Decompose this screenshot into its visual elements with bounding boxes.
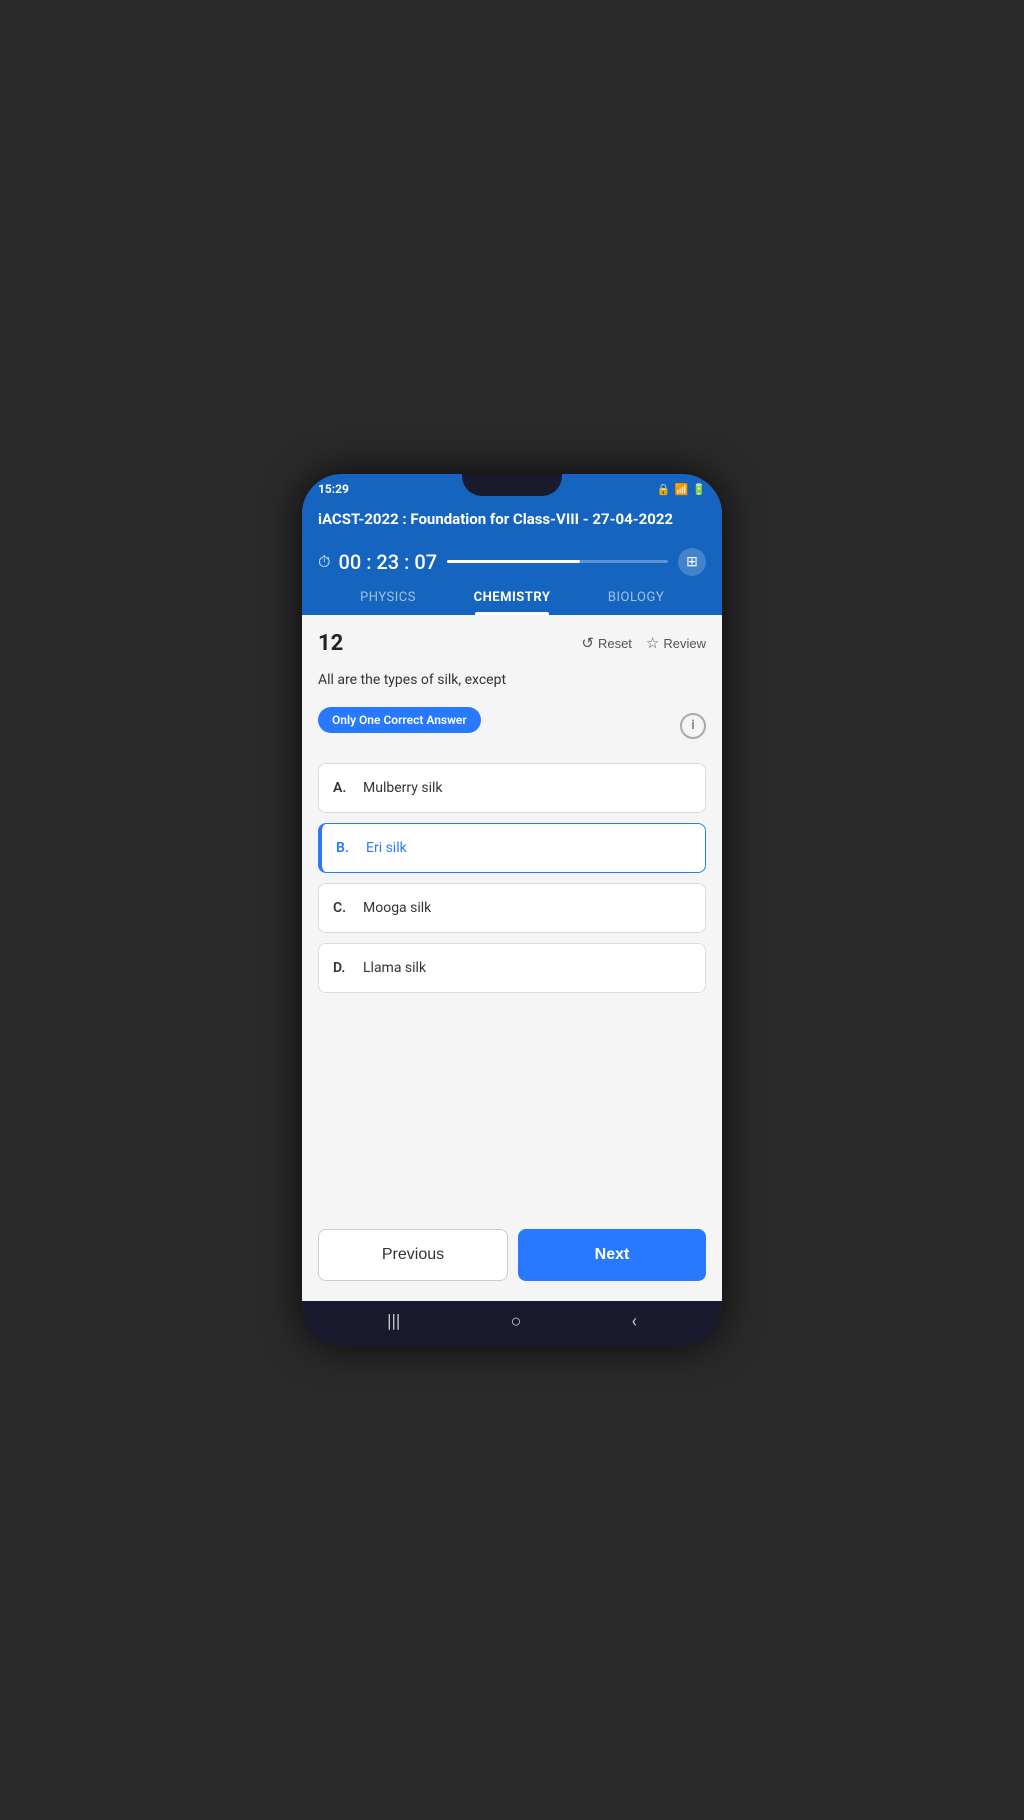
option-b-label: B. <box>336 840 356 856</box>
question-actions: ↺ Reset ☆ Review <box>581 634 706 652</box>
phone-frame: 15:29 🔒 📶 🔋 iACST-2022 : Foundation for … <box>302 474 722 1346</box>
notch <box>462 474 562 496</box>
wifi-icon: 📶 <box>675 483 689 496</box>
option-d[interactable]: D. Llama silk <box>318 943 706 993</box>
signal-icon: 🔒 <box>657 483 671 496</box>
home-nav-button[interactable]: ○ <box>510 1311 521 1332</box>
recent-nav-button[interactable]: ‹ <box>631 1311 636 1332</box>
tab-chemistry[interactable]: CHEMISTRY <box>450 580 574 615</box>
reset-label: Reset <box>598 636 632 651</box>
badge-info-row: Only One Correct Answer i <box>318 707 706 743</box>
timer-icon: ⏱ <box>318 552 330 572</box>
status-time: 15:29 <box>318 482 349 496</box>
question-number: 12 <box>318 631 343 656</box>
option-d-text: Llama silk <box>363 960 426 976</box>
option-a-text: Mulberry silk <box>363 780 442 796</box>
app-header: iACST-2022 : Foundation for Class-VIII -… <box>302 500 722 615</box>
phone-nav-bar: ||| ○ ‹ <box>302 1301 722 1346</box>
option-c-label: C. <box>333 900 353 916</box>
reset-button[interactable]: ↺ Reset <box>581 634 632 652</box>
options-list: A. Mulberry silk B. Eri silk C. Mooga si… <box>318 763 706 993</box>
previous-button[interactable]: Previous <box>318 1229 508 1281</box>
option-d-label: D. <box>333 960 353 976</box>
question-content: 12 ↺ Reset ☆ Review All are the types of… <box>302 615 722 1215</box>
question-header: 12 ↺ Reset ☆ Review <box>318 631 706 656</box>
timer-display: ⏱ 00 : 23 : 07 <box>318 550 437 574</box>
question-text: All are the types of silk, except <box>318 670 706 691</box>
star-icon: ☆ <box>646 634 659 652</box>
option-a[interactable]: A. Mulberry silk <box>318 763 706 813</box>
back-nav-button[interactable]: ||| <box>387 1311 400 1332</box>
review-label: Review <box>663 636 706 651</box>
battery-icon: 🔋 <box>692 483 706 496</box>
info-icon[interactable]: i <box>680 713 706 739</box>
option-c[interactable]: C. Mooga silk <box>318 883 706 933</box>
review-button[interactable]: ☆ Review <box>646 634 706 652</box>
reset-icon: ↺ <box>581 634 594 652</box>
timer-row: ⏱ 00 : 23 : 07 ⊞ <box>318 540 706 580</box>
timer-progress-fill <box>447 560 580 563</box>
exam-title: iACST-2022 : Foundation for Class-VIII -… <box>318 510 706 540</box>
tab-physics[interactable]: PHYSICS <box>326 580 450 615</box>
timer-value: 00 : 23 : 07 <box>338 550 437 574</box>
next-button[interactable]: Next <box>518 1229 706 1281</box>
timer-progress-bar <box>447 560 668 563</box>
option-c-text: Mooga silk <box>363 900 431 916</box>
answer-type-badge: Only One Correct Answer <box>318 707 481 733</box>
grid-icon[interactable]: ⊞ <box>678 548 706 576</box>
bottom-nav: Previous Next <box>302 1215 722 1301</box>
option-a-label: A. <box>333 780 353 796</box>
option-b-text: Eri silk <box>366 840 407 856</box>
option-b[interactable]: B. Eri silk <box>318 823 706 873</box>
subject-tabs: PHYSICS CHEMISTRY BIOLOGY <box>318 580 706 615</box>
tab-biology[interactable]: BIOLOGY <box>574 580 698 615</box>
status-icons: 🔒 📶 🔋 <box>657 483 706 496</box>
